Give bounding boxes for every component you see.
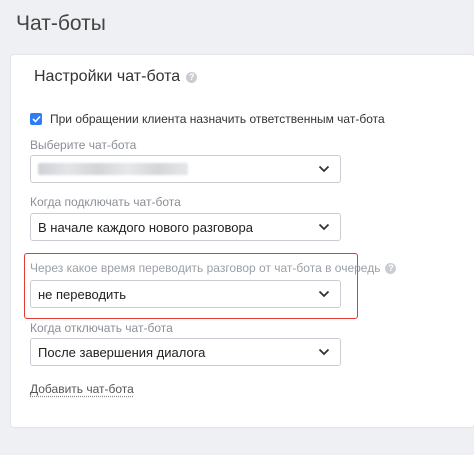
- transfer-timeout-label: Через какое время переводить разговор от…: [30, 261, 381, 275]
- chevron-down-icon: [318, 348, 330, 356]
- chatbot-settings-panel: Настройки чат-бота ? При обращении клиен…: [11, 55, 474, 427]
- disconnect-when-value: После завершения диалога: [38, 344, 206, 360]
- blurred-bot-name: [38, 163, 188, 175]
- assign-responsible-label: При обращении клиента назначить ответств…: [50, 112, 385, 126]
- transfer-timeout-dropdown[interactable]: не переводить: [30, 280, 341, 308]
- select-bot-dropdown[interactable]: [30, 155, 341, 183]
- disconnect-when-label: Когда отключать чат-бота: [30, 321, 173, 335]
- connect-when-value: В начале каждого нового разговора: [38, 219, 253, 235]
- add-bot-link[interactable]: Добавить чат-бота: [30, 382, 134, 396]
- assign-responsible-checkbox-row[interactable]: При обращении клиента назначить ответств…: [30, 112, 385, 126]
- panel-title: Настройки чат-бота: [34, 68, 181, 85]
- chevron-down-icon: [318, 165, 330, 173]
- transfer-timeout-label-row: Через какое время переводить разговор от…: [30, 261, 397, 275]
- panel-header: Настройки чат-бота ?: [34, 68, 198, 86]
- select-bot-label: Выберите чат-бота: [30, 138, 137, 152]
- connect-when-dropdown[interactable]: В начале каждого нового разговора: [30, 213, 341, 241]
- checkmark-icon: [31, 115, 41, 123]
- question-mark-icon[interactable]: ?: [385, 262, 397, 274]
- transfer-timeout-value: не переводить: [38, 286, 127, 302]
- question-mark-icon[interactable]: ?: [186, 71, 198, 83]
- assign-responsible-checkbox[interactable]: [30, 113, 42, 125]
- disconnect-when-dropdown[interactable]: После завершения диалога: [30, 338, 341, 366]
- page-title: Чат-боты: [16, 12, 106, 35]
- chevron-down-icon: [318, 290, 330, 298]
- connect-when-label: Когда подключать чат-бота: [30, 195, 181, 209]
- chevron-down-icon: [318, 223, 330, 231]
